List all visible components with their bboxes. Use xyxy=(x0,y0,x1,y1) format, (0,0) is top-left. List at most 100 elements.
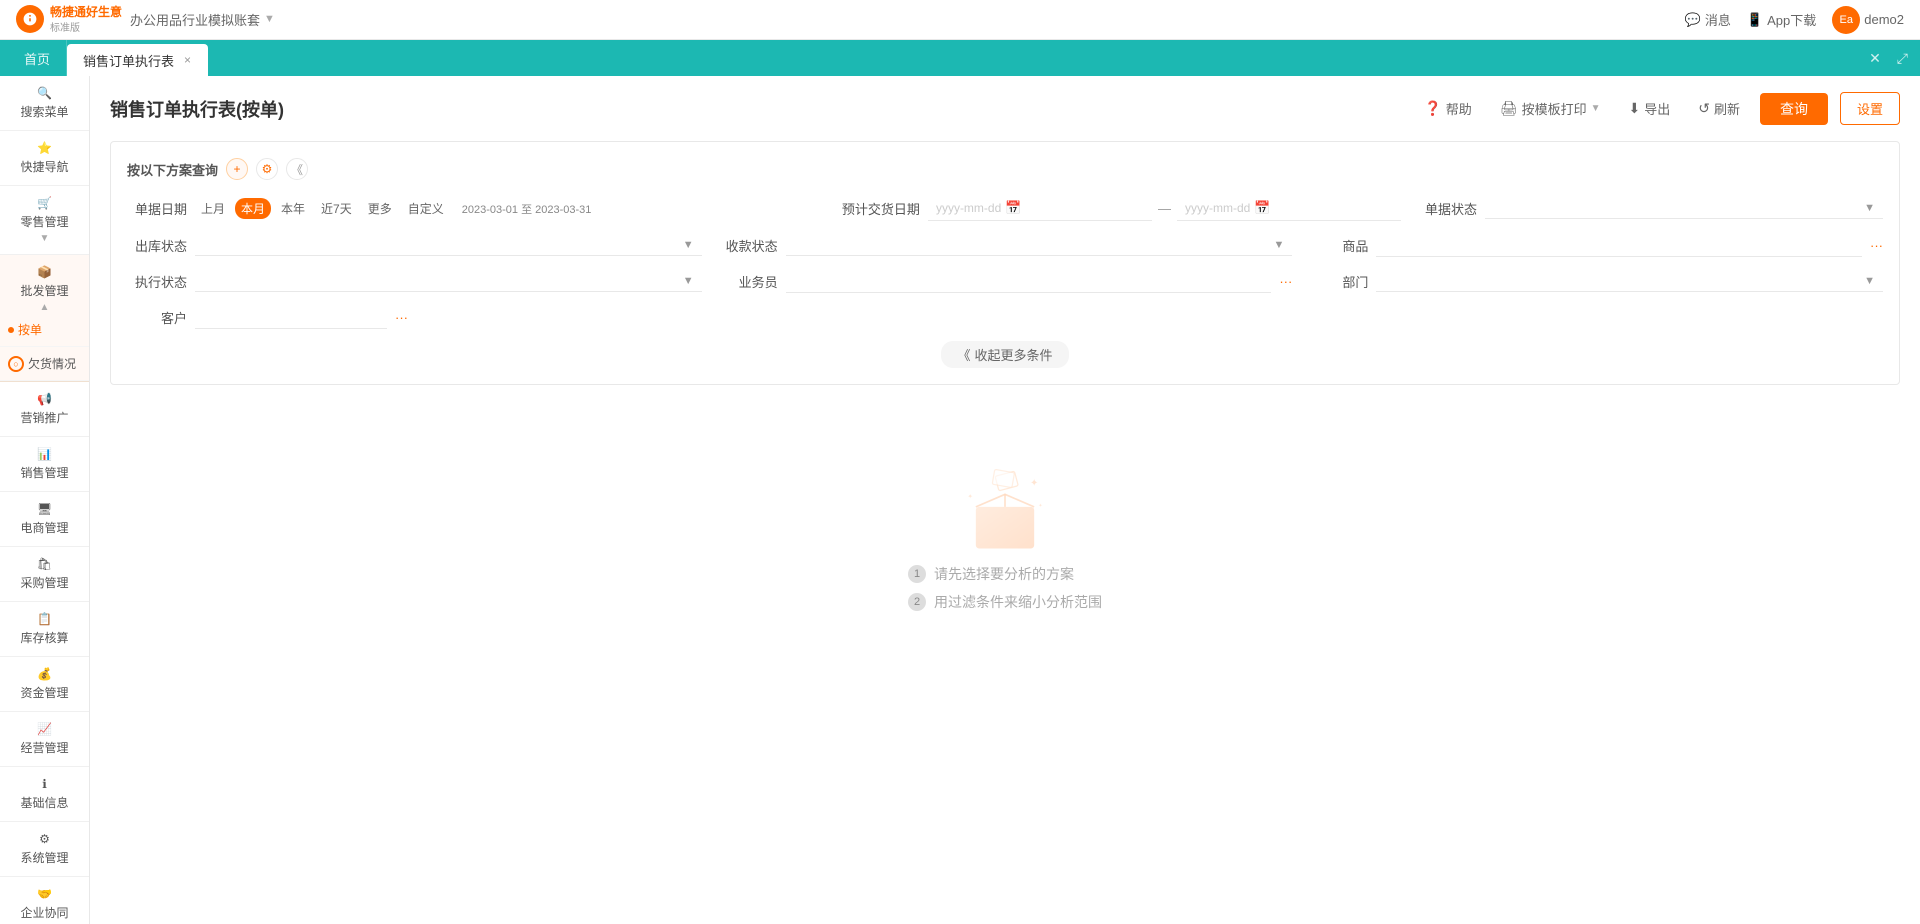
sidebar-item-purchase[interactable]: 🛍 采购管理 xyxy=(0,547,89,602)
export-btn[interactable]: ⬇ 导出 xyxy=(1620,95,1678,122)
tab-sales-order[interactable]: 销售订单执行表 × xyxy=(67,44,208,76)
sidebar-sales-mgmt-label: 销售管理 xyxy=(20,464,68,481)
sidebar-order-label: 按单 xyxy=(18,321,42,338)
help-btn[interactable]: ❓ 帮助 xyxy=(1416,95,1479,122)
tab-close-icon[interactable]: × xyxy=(184,53,191,67)
sidebar-finance-label: 资金管理 xyxy=(20,684,68,701)
sidebar-item-enterprise[interactable]: 🤝 企业协同 xyxy=(0,877,89,924)
goods-input[interactable] xyxy=(1376,233,1862,257)
date-btn-more[interactable]: 更多 xyxy=(362,198,398,219)
help-icon: ❓ xyxy=(1424,100,1441,117)
customer-cell: 客户 ··· xyxy=(127,305,408,329)
sidebar-item-system[interactable]: ⚙ 系统管理 xyxy=(0,822,89,877)
sidebar-item-inventory[interactable]: 📋 库存核算 xyxy=(0,602,89,657)
calendar-to-icon[interactable]: 📅 xyxy=(1254,200,1270,216)
finance-icon: 💰 xyxy=(37,667,52,681)
query-button[interactable]: 查询 xyxy=(1760,93,1828,125)
expected-date-from[interactable]: yyyy-mm-dd 📅 xyxy=(928,196,1152,221)
refresh-label: 刷新 xyxy=(1714,99,1740,118)
purchase-icon: 🛍 xyxy=(37,557,52,571)
sidebar-item-basic-info[interactable]: ℹ 基础信息 xyxy=(0,767,89,822)
sidebar-wholesale-label: 批发管理 xyxy=(20,282,68,299)
print-btn[interactable]: 🖨 按模板打印 ▼ xyxy=(1492,95,1609,122)
sidebar-subitem-credit[interactable]: ○ 欠货情况 xyxy=(0,347,89,381)
order-status-chevron-icon: ▼ xyxy=(1864,202,1875,214)
empty-box-illustration: ✦ ✦ ✦ xyxy=(955,461,1055,564)
expected-date-from-placeholder: yyyy-mm-dd xyxy=(936,201,1001,215)
breadcrumb[interactable]: 办公用品行业模拟账套 ▼ xyxy=(130,10,275,29)
settings-filter-btn[interactable]: ⚙ xyxy=(256,158,278,180)
app-download-btn[interactable]: 📱 App下载 xyxy=(1747,10,1816,29)
payment-status-select[interactable]: ▼ xyxy=(786,235,1293,256)
calendar-from-icon[interactable]: 📅 xyxy=(1005,200,1021,216)
user-menu[interactable]: Ea demo2 xyxy=(1832,6,1904,34)
page-title: 销售订单执行表(按单) xyxy=(110,96,284,122)
date-field-label: 单据日期 xyxy=(127,199,187,218)
salesperson-more-icon[interactable]: ··· xyxy=(1279,274,1292,289)
refresh-btn[interactable]: ↺ 刷新 xyxy=(1690,95,1748,122)
add-filter-btn[interactable]: + xyxy=(226,158,248,180)
home-tab-label: 首页 xyxy=(24,49,50,68)
message-btn[interactable]: 💬 消息 xyxy=(1685,10,1731,29)
department-select[interactable]: ▼ xyxy=(1376,271,1883,292)
sidebar-item-search[interactable]: 🔍 搜索菜单 xyxy=(0,76,89,131)
date-btn-7days[interactable]: 近7天 xyxy=(315,198,358,219)
wholesale-icon: 📦 xyxy=(37,265,52,279)
tab-close-all-btn[interactable]: ✕ xyxy=(1865,46,1885,71)
refresh-icon: ↺ xyxy=(1698,100,1710,117)
logo-text: 畅捷通好生意 xyxy=(50,5,122,19)
date-btn-last-month[interactable]: 上月 xyxy=(195,198,231,219)
sidebar-item-sales-mgmt[interactable]: 📊 销售管理 xyxy=(0,437,89,492)
expected-date-range: yyyy-mm-dd 📅 — yyyy-mm-dd 📅 xyxy=(928,196,1401,221)
sidebar-subitem-order[interactable]: 按单 xyxy=(0,313,89,347)
empty-state: ✦ ✦ ✦ 1 请先选择要分析的方案 2 用过滤条件来缩小分析范围 xyxy=(110,401,1900,672)
customer-input[interactable] xyxy=(195,305,387,329)
breadcrumb-chevron-icon: ▼ xyxy=(264,13,275,25)
salesperson-label: 业务员 xyxy=(718,272,778,291)
top-header: 畅捷通好生意 标准版 办公用品行业模拟账套 ▼ 💬 消息 📱 App下载 Ea … xyxy=(0,0,1920,40)
sidebar-item-quick-nav[interactable]: ⭐ 快捷导航 xyxy=(0,131,89,186)
retail-icon: 🛒 xyxy=(37,196,52,210)
salesperson-input[interactable] xyxy=(786,269,1272,293)
collapse-more-button[interactable]: 《 收起更多条件 xyxy=(941,341,1068,368)
order-status-select[interactable]: ▼ xyxy=(1485,198,1883,219)
exec-status-label: 执行状态 xyxy=(127,272,187,291)
sidebar-item-marketing[interactable]: 📢 营销推广 xyxy=(0,382,89,437)
salesperson-cell: 业务员 ··· xyxy=(718,269,1293,293)
exec-status-select[interactable]: ▼ xyxy=(195,271,702,292)
department-cell: 部门 ▼ xyxy=(1308,271,1883,292)
delivery-status-label: 出库状态 xyxy=(127,236,187,255)
goods-more-icon[interactable]: ··· xyxy=(1870,238,1883,253)
expected-date-label: 预计交货日期 xyxy=(842,199,920,218)
expected-date-to[interactable]: yyyy-mm-dd 📅 xyxy=(1177,196,1401,221)
filter-row-3: 执行状态 ▼ 业务员 ··· 部门 xyxy=(127,269,1883,293)
delivery-status-select[interactable]: ▼ xyxy=(195,235,702,256)
collapse-filter-btn[interactable]: 《 xyxy=(286,158,308,180)
main-layout: 🔍 搜索菜单 ⭐ 快捷导航 🛒 零售管理 ▼ 📦 批发管理 ▲ 按单 ○ xyxy=(0,76,1920,924)
svg-text:✦: ✦ xyxy=(1030,478,1038,489)
enterprise-icon: 🤝 xyxy=(37,887,52,901)
empty-tip-1-text: 请先选择要分析的方案 xyxy=(934,564,1074,584)
tab-bar-actions: ✕ ⤢ xyxy=(1865,40,1912,76)
customer-more-icon[interactable]: ··· xyxy=(395,310,408,325)
settings-button[interactable]: 设置 xyxy=(1840,92,1900,125)
ecommerce-icon: 🖥 xyxy=(37,502,52,516)
date-btn-this-year[interactable]: 本年 xyxy=(275,198,311,219)
empty-tip-2-text: 用过滤条件来缩小分析范围 xyxy=(934,592,1102,612)
page-container: 销售订单执行表(按单) ❓ 帮助 🖨 按模板打印 ▼ ⬇ 导出 xyxy=(90,76,1920,924)
date-btn-custom[interactable]: 自定义 xyxy=(402,198,450,219)
print-label: 按模板打印 xyxy=(1522,99,1587,118)
sidebar-item-operation[interactable]: 📈 经营管理 xyxy=(0,712,89,767)
customer-label: 客户 xyxy=(127,308,187,327)
filter-section-label: 按以下方案查询 xyxy=(127,160,218,179)
expected-date-to-placeholder: yyyy-mm-dd xyxy=(1185,201,1250,215)
tab-expand-btn[interactable]: ⤢ xyxy=(1893,46,1912,71)
sidebar-wholesale-header[interactable]: 📦 批发管理 ▲ 按单 ○ 欠货情况 xyxy=(0,255,89,382)
sidebar-item-retail[interactable]: 🛒 零售管理 ▼ xyxy=(0,186,89,255)
sidebar-item-wholesale[interactable]: 📦 批发管理 ▲ xyxy=(0,255,89,313)
date-btn-this-month[interactable]: 本月 xyxy=(235,198,271,219)
tab-home[interactable]: 首页 xyxy=(8,40,67,76)
order-dot-icon xyxy=(8,327,14,333)
sidebar-item-finance[interactable]: 💰 资金管理 xyxy=(0,657,89,712)
sidebar-item-ecommerce[interactable]: 🖥 电商管理 xyxy=(0,492,89,547)
